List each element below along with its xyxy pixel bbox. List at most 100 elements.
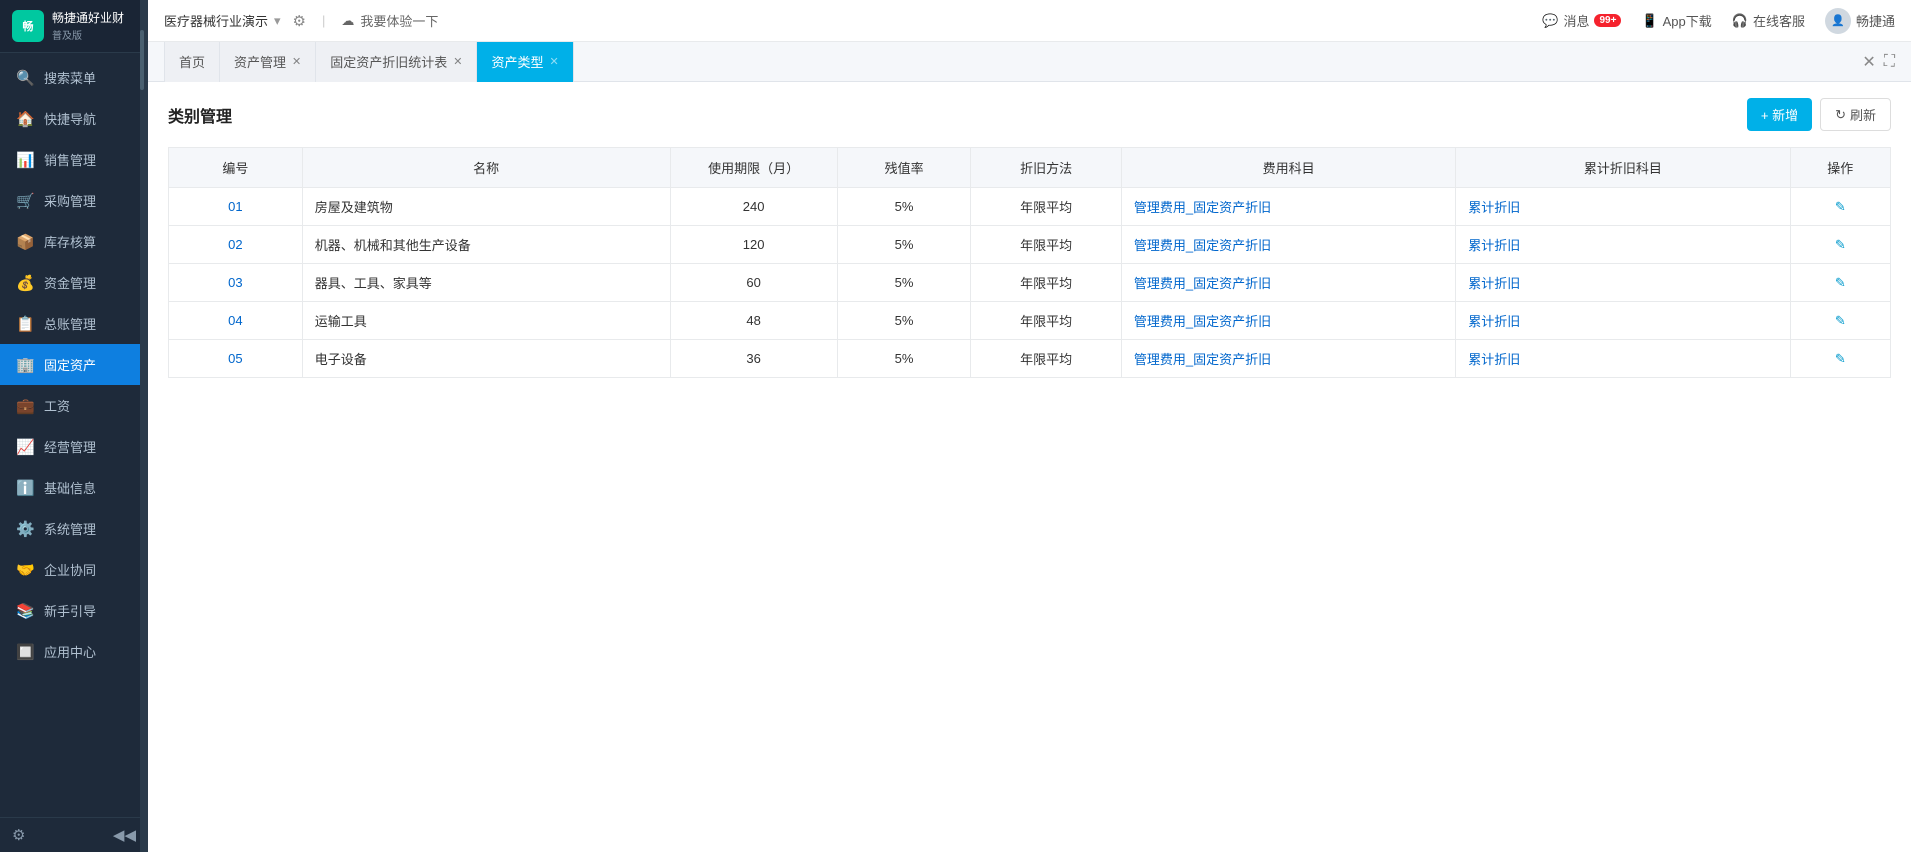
col-header-residual: 残值率 [837, 148, 971, 188]
table-row: 03 器具、工具、家具等 60 5% 年限平均 管理费用_固定资产折旧 累计折旧… [169, 264, 1891, 302]
topbar-separator: | [322, 13, 325, 28]
cooperation-icon: 🤝 [16, 561, 34, 579]
tab-home[interactable]: 首页 [164, 42, 220, 82]
edit-button[interactable]: ✎ [1790, 340, 1890, 378]
cell-accumulated: 累计折旧 [1456, 264, 1790, 302]
sidebar-item-quick-nav[interactable]: 🏠 快捷导航 [0, 98, 148, 139]
table-row: 01 房屋及建筑物 240 5% 年限平均 管理费用_固定资产折旧 累计折旧 ✎ [169, 188, 1891, 226]
sidebar-item-payroll[interactable]: 💼 工资 [0, 385, 148, 426]
cell-period: 240 [670, 188, 837, 226]
operations-icon: 📈 [16, 438, 34, 456]
sidebar-item-capital[interactable]: 💰 资金管理 [0, 262, 148, 303]
topbar-gear-icon[interactable]: ⚙ [293, 12, 306, 30]
col-header-accumulated: 累计折旧科目 [1456, 148, 1790, 188]
cell-method: 年限平均 [971, 188, 1121, 226]
cell-name: 电子设备 [302, 340, 670, 378]
cell-accumulated: 累计折旧 [1456, 188, 1790, 226]
phone-icon: 📱 [1641, 13, 1657, 29]
cell-accumulated: 累计折旧 [1456, 226, 1790, 264]
tab-close-asset-mgmt[interactable]: ✕ [292, 55, 301, 68]
cell-residual: 5% [837, 264, 971, 302]
inventory-icon: 📦 [16, 233, 34, 251]
sidebar-item-cooperation[interactable]: 🤝 企业协同 [0, 549, 148, 590]
edit-button[interactable]: ✎ [1790, 188, 1890, 226]
cell-expense: 管理费用_固定资产折旧 [1121, 188, 1455, 226]
col-header-actions: 操作 [1790, 148, 1890, 188]
sidebar-item-guide[interactable]: 📚 新手引导 [0, 590, 148, 631]
page-title: 类别管理 [168, 103, 232, 127]
main-area: 医疗器械行业演示 ▾ ⚙ | ☁ 我要体验一下 💬 消息 99+ 📱 App下载… [148, 0, 1911, 852]
logo-text: 畅捷通好业财 普及版 [52, 10, 124, 42]
sidebar-item-sales[interactable]: 📊 销售管理 [0, 139, 148, 180]
home-icon: 🏠 [16, 110, 34, 128]
table-row: 02 机器、机械和其他生产设备 120 5% 年限平均 管理费用_固定资产折旧 … [169, 226, 1891, 264]
purchase-icon: 🛒 [16, 192, 34, 210]
sidebar-item-general-ledger[interactable]: 📋 总账管理 [0, 303, 148, 344]
tab-asset-type[interactable]: 资产类型 ✕ [477, 42, 573, 82]
sidebar-item-app-center[interactable]: 🔲 应用中心 [0, 631, 148, 672]
cell-residual: 5% [837, 188, 971, 226]
sidebar-item-basic-info[interactable]: ℹ️ 基础信息 [0, 467, 148, 508]
sidebar-item-operations[interactable]: 📈 经营管理 [0, 426, 148, 467]
new-button[interactable]: + 新增 [1747, 98, 1812, 131]
cell-method: 年限平均 [971, 264, 1121, 302]
tab-asset-mgmt[interactable]: 资产管理 ✕ [220, 42, 316, 82]
tab-fixed-depreciation[interactable]: 固定资产折旧统计表 ✕ [316, 42, 477, 82]
cell-method: 年限平均 [971, 340, 1121, 378]
tab-close-asset-type[interactable]: ✕ [550, 55, 559, 68]
tabs-bar: 首页 资产管理 ✕ 固定资产折旧统计表 ✕ 资产类型 ✕ ✕ ⛶ [148, 42, 1911, 82]
cloud-icon: ☁ [341, 13, 354, 29]
cell-accumulated: 累计折旧 [1456, 302, 1790, 340]
cell-residual: 5% [837, 226, 971, 264]
module-dropdown-icon: ▾ [274, 13, 281, 29]
cell-expense: 管理费用_固定资产折旧 [1121, 226, 1455, 264]
cell-name: 器具、工具、家具等 [302, 264, 670, 302]
sidebar-item-fixed-assets[interactable]: 🏢 固定资产 [0, 344, 148, 385]
sales-icon: 📊 [16, 151, 34, 169]
cell-residual: 5% [837, 302, 971, 340]
col-header-name: 名称 [302, 148, 670, 188]
expand-icon[interactable]: ⛶ [1884, 53, 1895, 71]
cell-code: 04 [169, 302, 303, 340]
sidebar-footer: ⚙ ◀◀ [0, 817, 148, 852]
edit-button[interactable]: ✎ [1790, 302, 1890, 340]
settings-icon[interactable]: ⚙ [12, 826, 25, 844]
message-icon: 💬 [1542, 13, 1558, 29]
cell-name: 房屋及建筑物 [302, 188, 670, 226]
cell-period: 120 [670, 226, 837, 264]
sidebar-item-search[interactable]: 🔍 搜索菜单 [0, 57, 148, 98]
guide-icon: 📚 [16, 602, 34, 620]
sidebar-item-purchase[interactable]: 🛒 采购管理 [0, 180, 148, 221]
page-content: 类别管理 + 新增 ↻ 刷新 编号 名称 使用期限（月） 残值率 折旧方法 费用… [148, 82, 1911, 852]
payroll-icon: 💼 [16, 397, 34, 415]
edit-button[interactable]: ✎ [1790, 264, 1890, 302]
cell-code: 01 [169, 188, 303, 226]
ledger-icon: 📋 [16, 315, 34, 333]
cell-code: 02 [169, 226, 303, 264]
experience-button[interactable]: ☁ 我要体验一下 [341, 11, 438, 30]
online-service-button[interactable]: 🎧 在线客服 [1732, 11, 1805, 30]
collapse-icon[interactable]: ◀◀ [113, 826, 136, 844]
edit-button[interactable]: ✎ [1790, 226, 1890, 264]
cell-code: 03 [169, 264, 303, 302]
app-download-button[interactable]: 📱 App下载 [1641, 11, 1711, 30]
system-icon: ⚙️ [16, 520, 34, 538]
headset-icon: 🎧 [1732, 13, 1748, 29]
table-row: 05 电子设备 36 5% 年限平均 管理费用_固定资产折旧 累计折旧 ✎ [169, 340, 1891, 378]
tab-close-fixed-depreciation[interactable]: ✕ [453, 55, 462, 68]
cell-name: 机器、机械和其他生产设备 [302, 226, 670, 264]
refresh-button[interactable]: ↻ 刷新 [1820, 98, 1891, 131]
close-tab-icon[interactable]: ✕ [1862, 52, 1875, 72]
sidebar-menu: 🔍 搜索菜单 🏠 快捷导航 📊 销售管理 🛒 采购管理 📦 库存核算 💰 资金管… [0, 53, 148, 817]
module-selector[interactable]: 医疗器械行业演示 ▾ [164, 11, 281, 30]
user-profile[interactable]: 👤 畅捷通 [1825, 8, 1895, 34]
capital-icon: 💰 [16, 274, 34, 292]
messages-button[interactable]: 💬 消息 99+ [1542, 11, 1621, 30]
fixed-assets-icon: 🏢 [16, 356, 34, 374]
sidebar-item-inventory[interactable]: 📦 库存核算 [0, 221, 148, 262]
app-logo: 畅 畅捷通好业财 普及版 [0, 0, 148, 53]
category-table: 编号 名称 使用期限（月） 残值率 折旧方法 费用科目 累计折旧科目 操作 01… [168, 147, 1891, 378]
app-center-icon: 🔲 [16, 643, 34, 661]
sidebar-item-system[interactable]: ⚙️ 系统管理 [0, 508, 148, 549]
cell-period: 36 [670, 340, 837, 378]
